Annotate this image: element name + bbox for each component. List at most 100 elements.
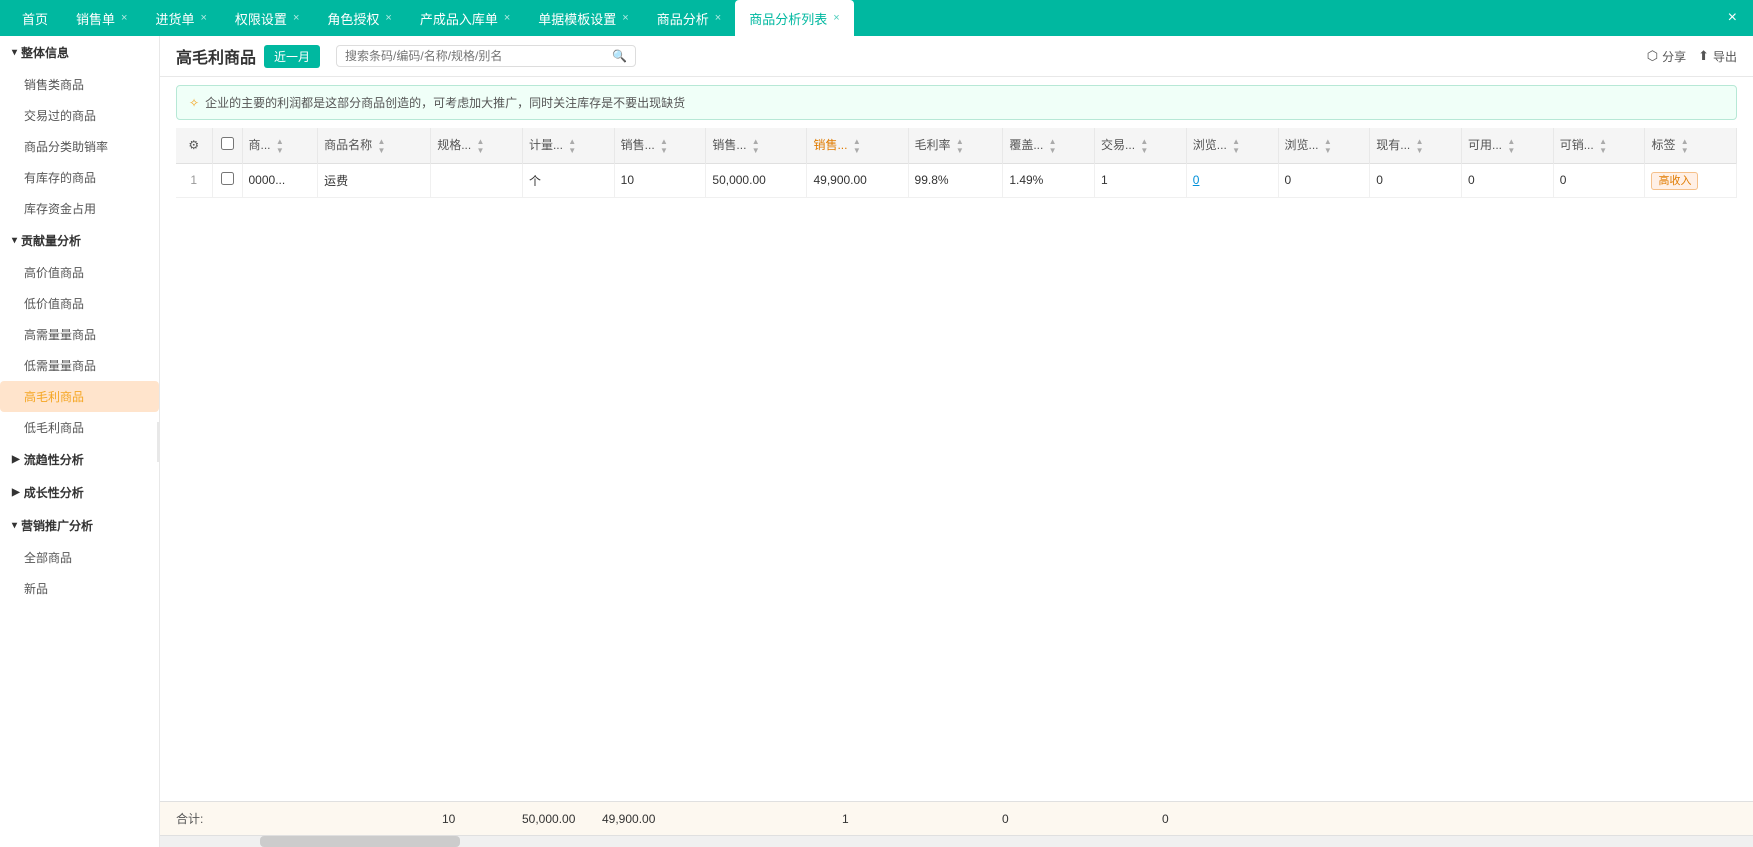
nav-role[interactable]: 角色授权 × <box>313 0 405 36</box>
nav-permissions[interactable]: 权限设置 × <box>221 0 313 36</box>
col-saleable-stock[interactable]: 可销... ▲▼ <box>1553 128 1645 163</box>
info-icon: ✧ <box>189 96 199 110</box>
row-gross-margin: 99.8% <box>908 163 1003 197</box>
search-input[interactable] <box>345 49 612 63</box>
footer-sale-profit: 49,900.00 <box>596 812 676 826</box>
nav-sales[interactable]: 销售单 × <box>62 0 141 36</box>
table-container: ⚙ 商... ▲▼ 商品名称 ▲▼ 规格... ▲▼ 计量. <box>160 128 1753 801</box>
col-gross-margin[interactable]: 毛利率 ▲▼ <box>908 128 1003 163</box>
footer-available: 0 <box>1156 812 1236 826</box>
col-available-stock[interactable]: 可用... ▲▼ <box>1461 128 1553 163</box>
footer-empty1 <box>676 812 756 826</box>
info-banner: ✧ 企业的主要的利润都是这部分商品创造的，可考虑加大推广，同时关注库存是不要出现… <box>176 85 1737 120</box>
share-button[interactable]: ⬡ 分享 <box>1647 48 1686 65</box>
row-checkbox-cell <box>212 163 242 197</box>
sidebar-item-low-margin[interactable]: 低毛利商品 <box>0 412 159 443</box>
row-current-stock: 0 <box>1370 163 1462 197</box>
close-role-tab[interactable]: × <box>385 12 391 24</box>
sidebar-group-contribution[interactable]: ▾ 贡献量分析 <box>0 224 159 257</box>
nav-product-analysis-list[interactable]: 商品分析列表 × <box>735 0 853 36</box>
sidebar-item-high-demand[interactable]: 高需量量商品 <box>0 319 159 350</box>
close-sales-tab[interactable]: × <box>121 12 127 24</box>
sidebar: « ▾ 整体信息 销售类商品 交易过的商品 商品分类助销率 有库存的商品 库存资… <box>0 36 160 847</box>
sidebar-item-high-margin[interactable]: 高毛利商品 <box>0 381 159 412</box>
row-sale-profit: 49,900.00 <box>807 163 908 197</box>
col-coverage[interactable]: 覆盖... ▲▼ <box>1003 128 1095 163</box>
search-icon[interactable]: 🔍 <box>612 49 627 63</box>
sidebar-item-new-goods[interactable]: 新品 <box>0 573 159 604</box>
row-sale-qty: 10 <box>614 163 706 197</box>
row-saleable-stock: 0 <box>1553 163 1645 197</box>
footer-label: 合计: <box>176 810 236 827</box>
sort-icon-available-stock: ▲▼ <box>1507 137 1515 155</box>
nav-product-analysis[interactable]: 商品分析 × <box>643 0 735 36</box>
col-trade-count[interactable]: 交易... ▲▼ <box>1095 128 1187 163</box>
row-coverage: 1.49% <box>1003 163 1095 197</box>
header-actions: ⬡ 分享 ⬆ 导出 <box>1647 48 1737 65</box>
close-template-tab[interactable]: × <box>622 12 628 24</box>
nav-home[interactable]: 首页 <box>8 0 62 36</box>
close-product-inbound-tab[interactable]: × <box>504 12 510 24</box>
nav-purchase[interactable]: 进货单 × <box>141 0 220 36</box>
horizontal-scrollbar[interactable] <box>160 835 1753 847</box>
nav-product-inbound[interactable]: 产成品入库单 × <box>406 0 524 36</box>
sort-icon-sale-profit: ▲▼ <box>853 137 861 155</box>
footer-empty2 <box>756 812 836 826</box>
row-tag: 高收入 <box>1645 163 1737 197</box>
close-purchase-tab[interactable]: × <box>200 12 206 24</box>
footer-view1 <box>916 812 996 826</box>
sort-icon-coverage: ▲▼ <box>1049 137 1057 155</box>
sidebar-item-all-goods[interactable]: 全部商品 <box>0 542 159 573</box>
close-all-button[interactable]: × <box>1720 9 1745 27</box>
col-code[interactable]: 商... ▲▼ <box>242 128 318 163</box>
col-current-stock[interactable]: 现有... ▲▼ <box>1370 128 1462 163</box>
col-sale-amt[interactable]: 销售... ▲▼ <box>706 128 807 163</box>
export-button[interactable]: ⬆ 导出 <box>1698 48 1737 65</box>
top-navigation: 首页 销售单 × 进货单 × 权限设置 × 角色授权 × 产成品入库单 × 单据… <box>0 0 1753 36</box>
nav-template[interactable]: 单据模板设置 × <box>524 0 642 36</box>
row-checkbox[interactable] <box>221 172 234 185</box>
sidebar-item-category-assist[interactable]: 商品分类助销率 <box>0 131 159 162</box>
sidebar-item-in-stock[interactable]: 有库存的商品 <box>0 162 159 193</box>
sidebar-item-high-value[interactable]: 高价值商品 <box>0 257 159 288</box>
sidebar-item-sales-goods[interactable]: 销售类商品 <box>0 69 159 100</box>
col-sale-profit[interactable]: 销售... ▲▼ <box>807 128 908 163</box>
col-spec[interactable]: 规格... ▲▼ <box>431 128 523 163</box>
col-tag[interactable]: 标签 ▲▼ <box>1645 128 1737 163</box>
close-permissions-tab[interactable]: × <box>293 12 299 24</box>
row-index: 1 <box>176 163 212 197</box>
row-sale-amt: 50,000.00 <box>706 163 807 197</box>
sidebar-group-marketing[interactable]: ▾ 营销推广分析 <box>0 509 159 542</box>
table-header-row: ⚙ 商... ▲▼ 商品名称 ▲▼ 规格... ▲▼ 计量. <box>176 128 1737 163</box>
sidebar-collapse-button[interactable]: « <box>157 422 160 462</box>
row-unit: 个 <box>522 163 614 197</box>
col-name[interactable]: 商品名称 ▲▼ <box>318 128 431 163</box>
select-all-checkbox[interactable] <box>221 137 234 150</box>
footer-view-count1: 0 <box>996 812 1076 826</box>
share-icon: ⬡ <box>1647 48 1658 64</box>
col-unit[interactable]: 计量... ▲▼ <box>522 128 614 163</box>
sidebar-group-overall[interactable]: ▾ 整体信息 <box>0 36 159 69</box>
sidebar-item-low-demand[interactable]: 低需量量商品 <box>0 350 159 381</box>
scrollbar-thumb <box>260 836 460 847</box>
close-product-analysis-tab[interactable]: × <box>715 12 721 24</box>
col-checkbox <box>212 128 242 163</box>
sidebar-group-growth[interactable]: ▶ 成长性分析 <box>0 476 159 509</box>
footer-empty3 <box>1076 812 1156 826</box>
col-setting[interactable]: ⚙ <box>176 128 212 163</box>
sidebar-group-trend[interactable]: ▶ 流趋性分析 <box>0 443 159 476</box>
sort-icon-gross-margin: ▲▼ <box>956 137 964 155</box>
sidebar-item-traded-goods[interactable]: 交易过的商品 <box>0 100 159 131</box>
col-view-count2[interactable]: 浏览... ▲▼ <box>1278 128 1370 163</box>
time-filter-button[interactable]: 近一月 <box>264 45 320 68</box>
sidebar-item-stock-capital[interactable]: 库存资金占用 <box>0 193 159 224</box>
row-view-count1[interactable]: 0 <box>1186 163 1278 197</box>
close-product-analysis-list-tab[interactable]: × <box>833 12 839 24</box>
sidebar-item-low-value[interactable]: 低价值商品 <box>0 288 159 319</box>
sort-icon-spec: ▲▼ <box>477 137 485 155</box>
row-trade-count: 1 <box>1095 163 1187 197</box>
search-box: 🔍 <box>336 45 636 67</box>
col-sale-qty[interactable]: 销售... ▲▼ <box>614 128 706 163</box>
col-view-count1[interactable]: 浏览... ▲▼ <box>1186 128 1278 163</box>
row-name: 运费 <box>318 163 431 197</box>
